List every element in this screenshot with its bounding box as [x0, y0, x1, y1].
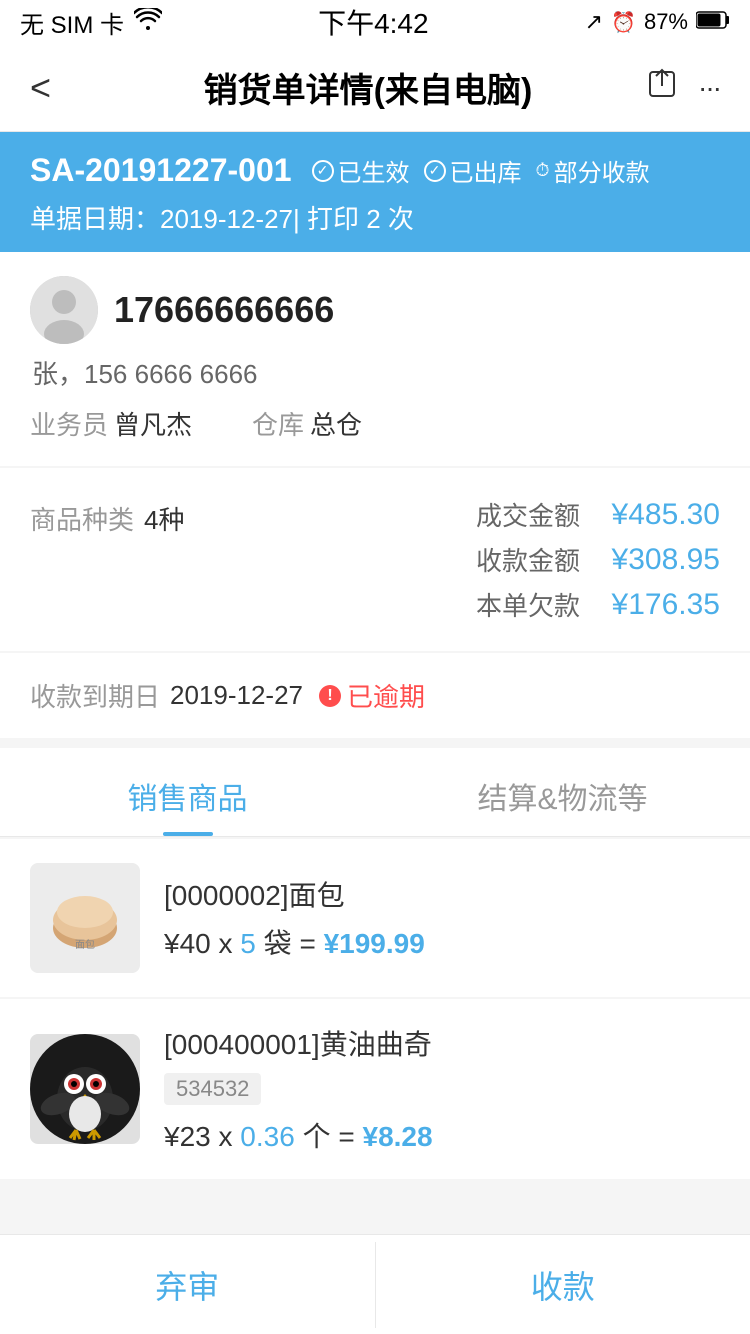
- product-price-2: ¥23 x 0.36 个 = ¥8.28: [164, 1115, 720, 1155]
- tab-settlement[interactable]: 结算&物流等: [375, 748, 750, 836]
- product-price-1: ¥40 x 5 袋 = ¥199.99: [164, 922, 720, 962]
- received-label: 收款金额: [476, 541, 580, 578]
- nav-right-actions: ···: [646, 68, 720, 107]
- customer-meta: 业务员 曾凡杰 仓库 总仓: [30, 405, 720, 442]
- customer-name-phone: 张，156 6666 6666: [30, 354, 720, 391]
- owed-value: ¥176.35: [600, 588, 720, 622]
- product-total-2: ¥8.28: [363, 1121, 433, 1152]
- check-icon-1: ✓: [312, 160, 334, 182]
- amount-label: 成交金额: [476, 496, 580, 533]
- payment-button[interactable]: 收款: [376, 1242, 750, 1328]
- overdue-icon: !: [319, 685, 341, 707]
- summary-right: 成交金额 ¥485.30 收款金额 ¥308.95 本单欠款 ¥176.35: [476, 496, 720, 623]
- product-total-1: ¥199.99: [324, 928, 425, 959]
- carrier-text: 无 SIM 卡: [20, 5, 124, 40]
- order-header: SA-20191227-001 ✓ 已生效 ✓ 已出库 ⏱ 部分收款 单据日期：…: [0, 132, 750, 252]
- avatar: [30, 276, 98, 344]
- order-id: SA-20191227-001: [30, 152, 292, 189]
- battery-text: 87%: [644, 9, 688, 35]
- svg-text:面包: 面包: [75, 938, 95, 951]
- more-icon[interactable]: ···: [698, 72, 720, 104]
- sales-label: 业务员: [30, 405, 108, 442]
- summary-left: 商品种类 4种: [30, 496, 184, 623]
- status-bar: 无 SIM 卡 下午4:42 ↗ ⏰ 87%: [0, 0, 750, 44]
- overdue-text: 已逾期: [347, 677, 425, 714]
- amount-value: ¥485.30: [600, 498, 720, 532]
- check-icon-2: ✓: [424, 160, 446, 182]
- back-button[interactable]: <: [30, 67, 90, 109]
- owed-label: 本单欠款: [476, 586, 580, 623]
- tab-sales-goods[interactable]: 销售商品: [0, 748, 375, 836]
- product-qty-1: 5: [240, 928, 256, 959]
- product-name-2: [000400001]黄油曲奇: [164, 1023, 720, 1063]
- warehouse-value: 总仓: [310, 405, 362, 442]
- warehouse-label: 仓库: [252, 405, 304, 442]
- customer-phone: 17666666666: [114, 289, 334, 331]
- product-info-2: [000400001]黄油曲奇 534532 ¥23 x 0.36 个 = ¥8…: [164, 1023, 720, 1155]
- summary-section: 商品种类 4种 成交金额 ¥485.30 收款金额 ¥308.95 本单欠款 ¥…: [0, 468, 750, 651]
- product-thumb-1: 面包: [30, 863, 140, 973]
- cancel-review-button[interactable]: 弃审: [0, 1242, 376, 1328]
- battery-icon: [696, 9, 730, 35]
- product-list: 面包 [0000002]面包 ¥40 x 5 袋 = ¥199.99: [0, 839, 750, 1291]
- alarm-icon: ⏰: [611, 10, 636, 35]
- sales-person: 曾凡杰: [114, 405, 192, 442]
- tabs-section[interactable]: 销售商品 结算&物流等: [0, 748, 750, 837]
- wifi-icon: [134, 8, 162, 37]
- product-thumb-2: [30, 1034, 140, 1144]
- status-right: ↗ ⏰ 87%: [585, 9, 730, 35]
- product-info-1: [0000002]面包 ¥40 x 5 袋 = ¥199.99: [164, 874, 720, 962]
- bottom-bar: 弃审 收款: [0, 1234, 750, 1334]
- product-sku-2: 534532: [164, 1073, 261, 1105]
- due-label: 收款到期日: [30, 677, 160, 714]
- order-badges: ✓ 已生效 ✓ 已出库 ⏱ 部分收款: [312, 153, 650, 188]
- page-title: 销货单详情(来自电脑): [90, 63, 646, 112]
- overdue-badge: ! 已逾期: [319, 677, 425, 714]
- product-item: 面包 [0000002]面包 ¥40 x 5 袋 = ¥199.99: [0, 839, 750, 997]
- time-display: 下午4:42: [318, 2, 429, 42]
- nav-bar: < 销货单详情(来自电脑) ···: [0, 44, 750, 132]
- clock-icon: ⏱: [536, 160, 550, 181]
- badge-shipped: ✓ 已出库: [424, 153, 522, 188]
- received-value: ¥308.95: [600, 543, 720, 577]
- badge-partial: ⏱ 部分收款: [536, 153, 650, 188]
- type-label: 商品种类: [30, 500, 134, 537]
- product-name-1: [0000002]面包: [164, 874, 720, 914]
- location-icon: ↗: [585, 9, 603, 35]
- product-item-2: [000400001]黄油曲奇 534532 ¥23 x 0.36 个 = ¥8…: [0, 999, 750, 1179]
- product-qty-2: 0.36: [240, 1121, 295, 1152]
- status-left: 无 SIM 卡: [20, 5, 162, 40]
- type-value: 4种: [144, 500, 184, 537]
- customer-section: 17666666666 张，156 6666 6666 业务员 曾凡杰 仓库 总…: [0, 252, 750, 466]
- due-section: 收款到期日 2019-12-27 ! 已逾期: [0, 653, 750, 738]
- due-date-value: 2019-12-27: [170, 680, 303, 711]
- share-icon[interactable]: [646, 68, 678, 107]
- badge-active: ✓ 已生效: [312, 153, 410, 188]
- order-date: 单据日期：2019-12-27| 打印 2 次: [30, 199, 720, 236]
